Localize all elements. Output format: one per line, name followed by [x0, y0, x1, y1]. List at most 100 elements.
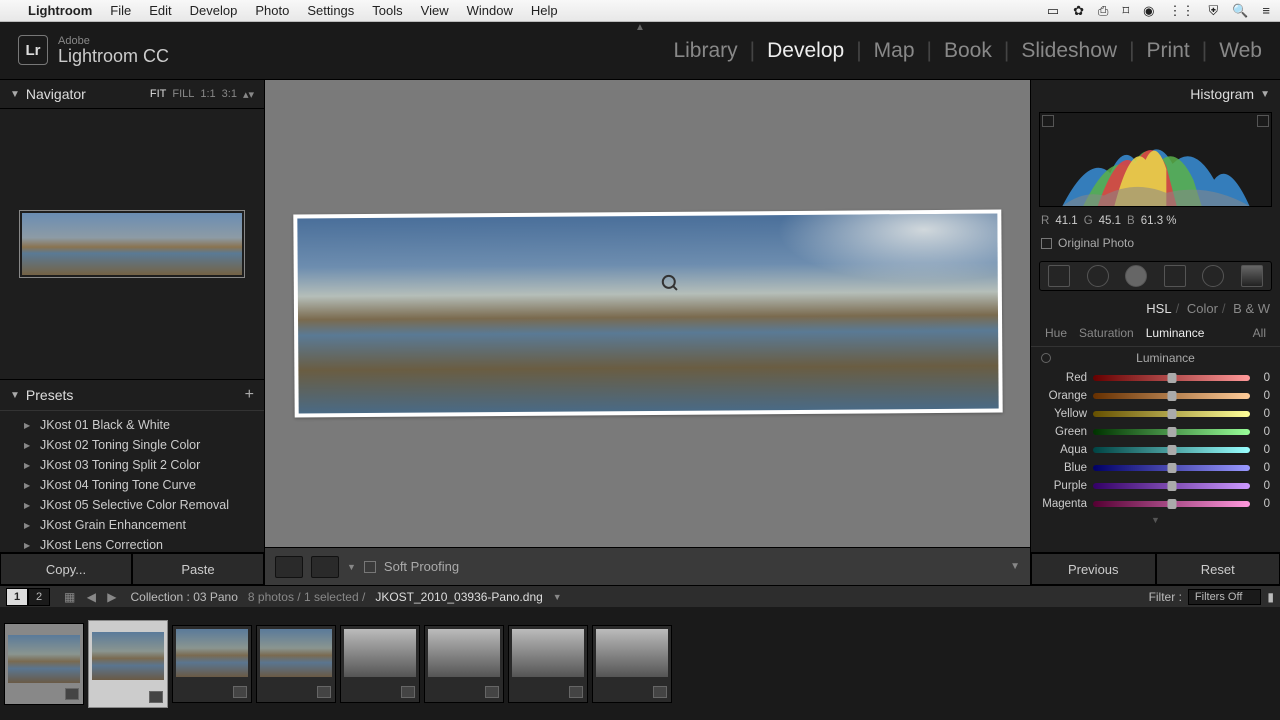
filter-lock-icon[interactable]: ▮ [1267, 590, 1274, 604]
nav-back-icon[interactable]: ◀ [83, 590, 100, 604]
brush-tool-icon[interactable] [1241, 265, 1263, 287]
crop-tool-icon[interactable] [1048, 265, 1070, 287]
reset-button[interactable]: Reset [1156, 553, 1280, 585]
menu-photo[interactable]: Photo [255, 3, 289, 18]
main-photo[interactable] [297, 214, 998, 414]
preset-folder[interactable]: JKost Grain Enhancement [0, 515, 264, 535]
module-develop[interactable]: Develop [767, 39, 844, 63]
slider-track[interactable] [1093, 375, 1250, 381]
subtab-hue[interactable]: Hue [1039, 324, 1073, 342]
module-map[interactable]: Map [874, 39, 915, 63]
slider-thumb[interactable] [1167, 499, 1176, 509]
spot-tool-icon[interactable] [1087, 265, 1109, 287]
loupe-view-button[interactable] [275, 556, 303, 578]
slider-orange[interactable]: Orange0 [1041, 387, 1270, 405]
window-tab-2[interactable]: 2 [28, 588, 50, 606]
slider-track[interactable] [1093, 429, 1250, 435]
module-slideshow[interactable]: Slideshow [1021, 39, 1117, 63]
histogram-header[interactable]: Histogram ▼ [1031, 80, 1280, 108]
filmstrip-thumb[interactable] [256, 625, 336, 703]
collection-label[interactable]: Collection : 03 Pano [131, 590, 238, 604]
key-icon[interactable]: ⌑ [1122, 3, 1129, 19]
tab-bw[interactable]: B & W [1233, 301, 1270, 316]
menu-window[interactable]: Window [467, 3, 513, 18]
menu-tools[interactable]: Tools [372, 3, 402, 18]
camera-icon[interactable]: ⎙ [1098, 3, 1108, 19]
presets-header[interactable]: ▼ Presets + [0, 379, 264, 411]
subtab-luminance[interactable]: Luminance [1140, 324, 1211, 342]
evernote-icon[interactable]: ✿ [1073, 3, 1084, 19]
tab-color[interactable]: Color [1187, 301, 1218, 316]
zoom-fill[interactable]: FILL [172, 88, 194, 101]
highlight-clipping-icon[interactable] [1257, 115, 1269, 127]
navigator-preview[interactable] [0, 109, 264, 379]
grid-icon[interactable]: ⋮⋮ [1168, 3, 1194, 19]
preset-folder[interactable]: JKost 02 Toning Single Color [0, 435, 264, 455]
preset-folder[interactable]: JKost 05 Selective Color Removal [0, 495, 264, 515]
filename-menu-icon[interactable]: ▼ [553, 592, 562, 602]
nav-forward-icon[interactable]: ▶ [103, 590, 120, 604]
preset-folder[interactable]: JKost 04 Toning Tone Curve [0, 475, 264, 495]
slider-magenta[interactable]: Magenta0 [1041, 495, 1270, 513]
slider-thumb[interactable] [1167, 481, 1176, 491]
zoom-fit[interactable]: FIT [150, 88, 167, 101]
filter-select[interactable]: Filters Off [1188, 589, 1261, 605]
slider-purple[interactable]: Purple0 [1041, 477, 1270, 495]
menu-settings[interactable]: Settings [307, 3, 354, 18]
original-photo-toggle[interactable]: Original Photo [1031, 231, 1280, 255]
zoom-stepper-icon[interactable]: ▴▾ [243, 88, 254, 101]
menu-file[interactable]: File [110, 3, 131, 18]
slider-aqua[interactable]: Aqua0 [1041, 441, 1270, 459]
slider-track[interactable] [1093, 447, 1250, 453]
before-after-menu-icon[interactable]: ▼ [347, 562, 356, 572]
targeted-adjustment-icon[interactable] [1041, 353, 1051, 363]
original-checkbox[interactable] [1041, 238, 1052, 249]
preset-folder[interactable]: JKost 03 Toning Split 2 Color [0, 455, 264, 475]
slider-yellow[interactable]: Yellow0 [1041, 405, 1270, 423]
filmstrip-thumb[interactable] [4, 623, 84, 705]
panel-end-icon[interactable]: ▼ [1031, 513, 1280, 527]
preset-folder[interactable]: JKost 01 Black & White [0, 415, 264, 435]
image-viewport[interactable] [265, 80, 1030, 547]
slider-track[interactable] [1093, 465, 1250, 471]
histogram[interactable] [1039, 112, 1272, 207]
menu-view[interactable]: View [421, 3, 449, 18]
slider-red[interactable]: Red0 [1041, 369, 1270, 387]
filmstrip-thumb[interactable] [508, 625, 588, 703]
previous-button[interactable]: Previous [1031, 553, 1156, 585]
filmstrip-thumb[interactable] [172, 625, 252, 703]
radial-filter-icon[interactable] [1202, 265, 1224, 287]
soft-proofing-checkbox[interactable] [364, 561, 376, 573]
display-icon[interactable]: ▭ [1047, 3, 1059, 19]
module-web[interactable]: Web [1219, 39, 1262, 63]
slider-thumb[interactable] [1167, 445, 1176, 455]
module-library[interactable]: Library [673, 39, 737, 63]
subtab-saturation[interactable]: Saturation [1073, 324, 1140, 342]
slider-blue[interactable]: Blue0 [1041, 459, 1270, 477]
module-book[interactable]: Book [944, 39, 992, 63]
sync-icon[interactable]: ◉ [1143, 3, 1154, 19]
add-preset-icon[interactable]: + [245, 386, 254, 404]
slider-thumb[interactable] [1167, 373, 1176, 383]
module-print[interactable]: Print [1147, 39, 1190, 63]
filmstrip-thumb[interactable] [340, 625, 420, 703]
filmstrip-thumb[interactable] [592, 625, 672, 703]
navigator-header[interactable]: ▼ Navigator FIT FILL 1:1 3:1 ▴▾ [0, 80, 264, 109]
slider-track[interactable] [1093, 483, 1250, 489]
app-menu[interactable]: Lightroom [28, 3, 92, 18]
slider-track[interactable] [1093, 393, 1250, 399]
filmstrip-thumb-selected[interactable] [88, 620, 168, 708]
preset-folder[interactable]: JKost Lens Correction [0, 535, 264, 552]
spotlight-icon[interactable]: 🔍 [1232, 3, 1248, 19]
slider-track[interactable] [1093, 411, 1250, 417]
menu-help[interactable]: Help [531, 3, 558, 18]
shield-icon[interactable]: ⛨ [1208, 3, 1218, 19]
subtab-all[interactable]: All [1247, 324, 1272, 342]
grid-icon[interactable]: ▦ [60, 590, 79, 604]
graduated-filter-icon[interactable] [1164, 265, 1186, 287]
slider-track[interactable] [1093, 501, 1250, 507]
slider-thumb[interactable] [1167, 463, 1176, 473]
slider-thumb[interactable] [1167, 391, 1176, 401]
copy-settings-button[interactable]: Copy... [0, 553, 132, 585]
shadow-clipping-icon[interactable] [1042, 115, 1054, 127]
